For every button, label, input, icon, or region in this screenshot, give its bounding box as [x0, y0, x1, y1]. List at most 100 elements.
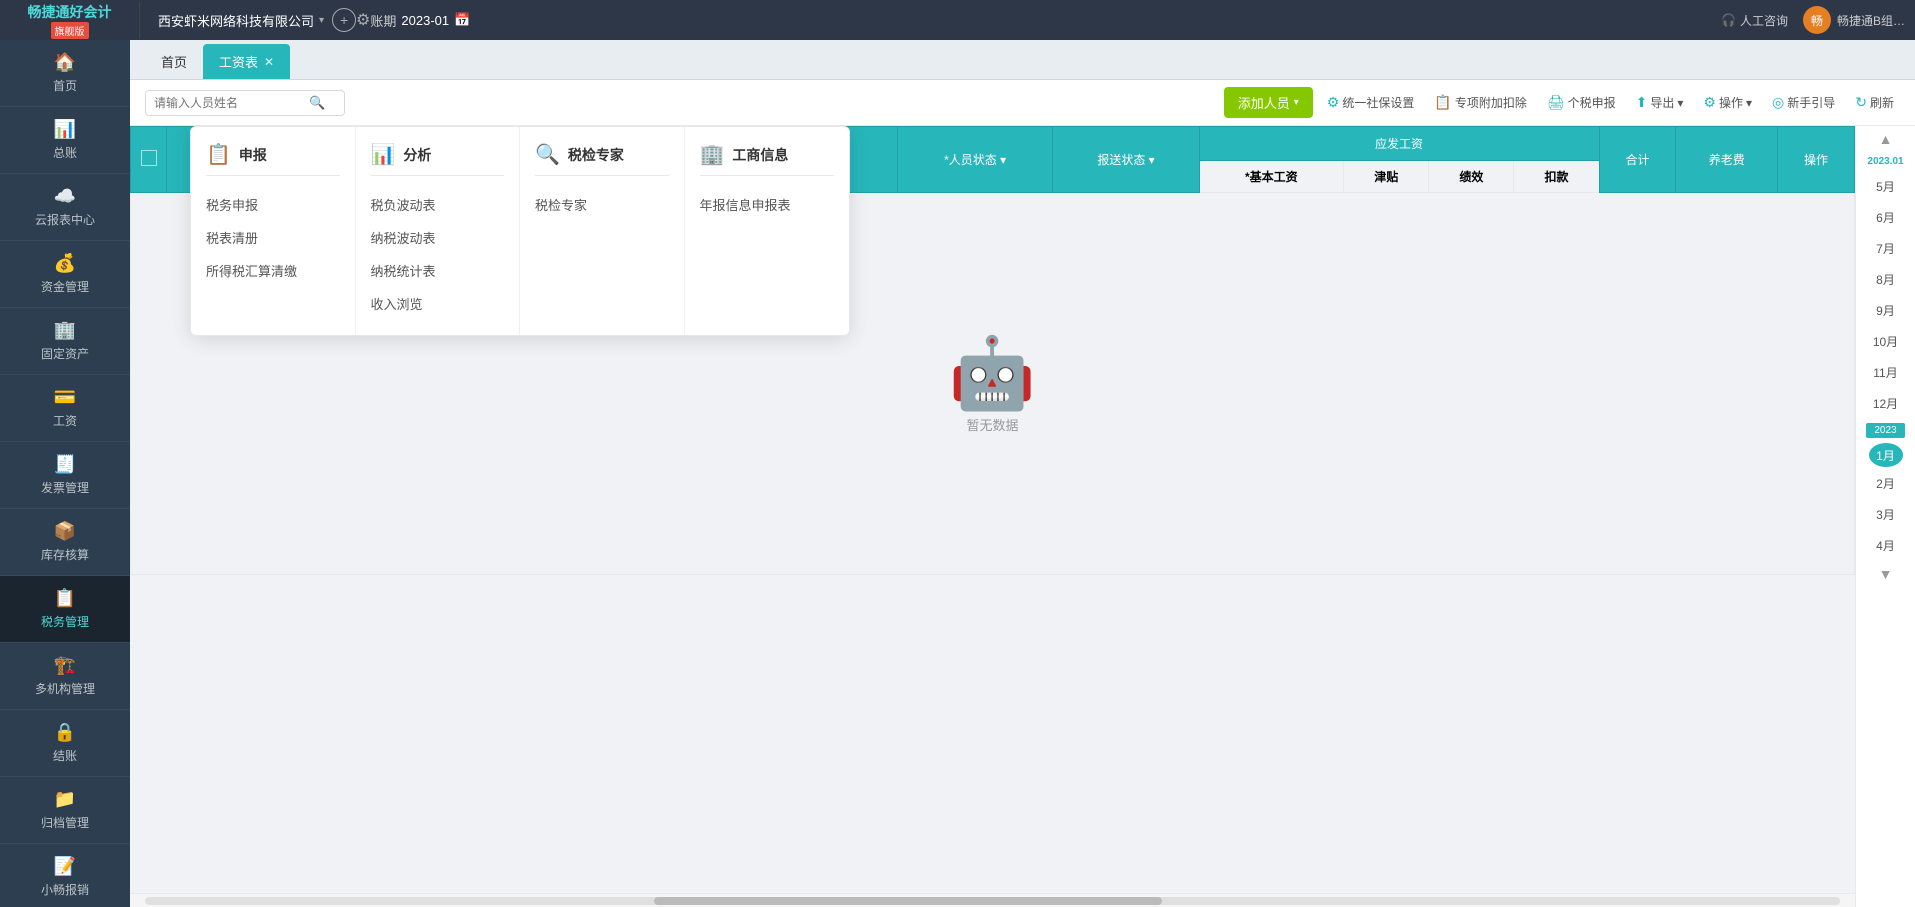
month-item-1-active[interactable]: 1月: [1869, 443, 1903, 467]
sidebar-label-ledger: 总账: [53, 144, 77, 161]
company-name: 西安虾米网络科技有限公司: [158, 11, 314, 30]
month-item-5[interactable]: 5月: [1856, 171, 1915, 202]
submenu-item-tax-burden[interactable]: 税负波动表: [371, 188, 505, 221]
month-item-2[interactable]: 2月: [1856, 468, 1915, 499]
sidebar-item-funds[interactable]: 💰 资金管理: [0, 241, 130, 308]
sidebar-item-ledger[interactable]: 📊 总账: [0, 107, 130, 174]
sidebar-item-report[interactable]: 📝 小畅报销: [0, 844, 130, 907]
submenu-item-tax-stats[interactable]: 纳税统计表: [371, 254, 505, 287]
search-wrap[interactable]: 🔍: [145, 90, 345, 116]
th-ops: 操作: [1778, 127, 1855, 193]
refresh-icon: ↻: [1855, 94, 1867, 111]
user-area[interactable]: 畅 畅捷通B组…: [1803, 6, 1905, 34]
refresh-button[interactable]: ↻ 刷新: [1849, 90, 1900, 115]
funds-icon: 💰: [54, 253, 76, 274]
sidebar-item-salary[interactable]: 💳 工资: [0, 375, 130, 442]
search-icon[interactable]: 🔍: [309, 95, 325, 111]
search-input[interactable]: [154, 96, 304, 110]
app-title: 畅捷通好会计: [28, 2, 112, 22]
multi-org-icon: 🏗️: [54, 655, 76, 676]
month-item-10[interactable]: 10月: [1856, 326, 1915, 357]
month-item-6[interactable]: 6月: [1856, 202, 1915, 233]
home-icon: 🏠: [54, 52, 76, 73]
submenu-item-income-settlement[interactable]: 所得税汇算清缴: [206, 254, 340, 287]
add-person-label: 添加人员: [1238, 93, 1290, 112]
calendar-icon[interactable]: 📅: [454, 12, 470, 28]
special-deduction-button[interactable]: 📋 专项附加扣除: [1428, 90, 1532, 115]
year-badge-2023: 2023: [1866, 423, 1904, 438]
sidebar-item-inventory[interactable]: 📦 库存核算: [0, 509, 130, 576]
year-label-2023: 2023.01: [1867, 152, 1903, 171]
refresh-label: 刷新: [1870, 94, 1894, 111]
filter-icon-report[interactable]: ▾: [1149, 153, 1155, 167]
th-base-salary: *基本工资: [1199, 161, 1344, 193]
sidebar-label-close: 结账: [53, 747, 77, 764]
analysis-header-icon: 📊: [371, 142, 396, 167]
export-icon: ⬆: [1636, 94, 1648, 111]
settings-icon[interactable]: ⚙: [356, 10, 370, 30]
sidebar-item-cloud[interactable]: ☁️ 云报表中心: [0, 174, 130, 241]
tab-salary-table[interactable]: 工资表 ✕: [203, 44, 290, 79]
company-selector[interactable]: 西安虾米网络科技有限公司 ▾: [150, 7, 332, 34]
sidebar-label-home: 首页: [53, 77, 77, 94]
submenu-item-annual-report[interactable]: 年报信息申报表: [700, 188, 835, 221]
th-performance: 绩效: [1429, 161, 1514, 193]
submenu-header-tax-expert: 🔍 税检专家: [535, 142, 669, 176]
personal-tax-button[interactable]: 🖨 个税申报: [1541, 90, 1622, 115]
submenu-item-tax-declaration[interactable]: 税务申报: [206, 188, 340, 221]
submenu-item-tax-table[interactable]: 税表清册: [206, 221, 340, 254]
panel-up-arrow[interactable]: ▲: [1874, 126, 1898, 152]
business-header-label: 工商信息: [732, 145, 788, 165]
month-item-11[interactable]: 11月: [1856, 357, 1915, 388]
operations-dropdown-icon: ▾: [1746, 96, 1752, 110]
user-avatar: 畅: [1803, 6, 1831, 34]
content-area: 首页 工资表 ✕ 🔍 添加人员 ▾ ⚙ 统一社保设置: [130, 40, 1915, 907]
select-all-checkbox[interactable]: [141, 150, 157, 166]
month-item-12[interactable]: 12月: [1856, 388, 1915, 419]
tab-close-icon[interactable]: ✕: [264, 55, 274, 69]
sidebar-item-tax[interactable]: 📋 税务管理: [0, 576, 130, 643]
sidebar-item-home[interactable]: 🏠 首页: [0, 40, 130, 107]
social-insurance-button[interactable]: ⚙ 统一社保设置: [1321, 90, 1421, 115]
service-button[interactable]: 🎧 人工咨询: [1721, 12, 1788, 29]
logo-area: 畅捷通好会计 旗舰版: [10, 2, 140, 39]
sidebar-item-multi-org[interactable]: 🏗️ 多机构管理: [0, 643, 130, 710]
month-item-4[interactable]: 4月: [1856, 530, 1915, 561]
submenu-item-tax-payment[interactable]: 纳税波动表: [371, 221, 505, 254]
sidebar-label-invoice: 发票管理: [41, 479, 89, 496]
special-deduction-label: 专项附加扣除: [1455, 94, 1527, 111]
invoice-icon: 🧾: [54, 454, 76, 475]
add-company-button[interactable]: +: [332, 8, 356, 32]
export-button[interactable]: ⬆ 导出 ▾: [1630, 90, 1690, 115]
new-guide-button[interactable]: ◎ 新手引导: [1766, 90, 1841, 115]
sidebar-label-salary: 工资: [53, 412, 77, 429]
sidebar-item-archive[interactable]: 📁 归档管理: [0, 777, 130, 844]
month-item-7[interactable]: 7月: [1856, 233, 1915, 264]
panel-down-arrow[interactable]: ▼: [1874, 561, 1898, 587]
tab-home[interactable]: 首页: [145, 44, 203, 79]
filter-icon-status[interactable]: ▾: [1000, 153, 1006, 167]
inventory-icon: 📦: [54, 521, 76, 542]
th-deductions: 扣款: [1514, 161, 1599, 193]
submenu-item-expert[interactable]: 税检专家: [535, 188, 669, 221]
th-social: 养老费: [1676, 127, 1778, 193]
th-report-status: 报送状态 ▾: [1053, 127, 1199, 193]
period-value: 2023-01: [401, 13, 449, 28]
submenu-header-business: 🏢 工商信息: [700, 142, 835, 176]
month-item-8[interactable]: 8月: [1856, 264, 1915, 295]
submenu-item-income-browse[interactable]: 收入浏览: [371, 287, 505, 320]
operations-label: 操作: [1719, 94, 1743, 111]
table-scrollbar[interactable]: [130, 893, 1855, 907]
submenu-header-analysis: 📊 分析: [371, 142, 505, 176]
month-item-3[interactable]: 3月: [1856, 499, 1915, 530]
sidebar-item-invoice[interactable]: 🧾 发票管理: [0, 442, 130, 509]
operations-button[interactable]: ⚙ 操作 ▾: [1697, 90, 1758, 115]
month-item-9[interactable]: 9月: [1856, 295, 1915, 326]
app-version: 旗舰版: [51, 22, 89, 39]
new-guide-label: 新手引导: [1787, 94, 1835, 111]
sidebar-item-close[interactable]: 🔒 结账: [0, 710, 130, 777]
special-deduction-icon: 📋: [1434, 94, 1451, 111]
sidebar-label-assets: 固定资产: [41, 345, 89, 362]
add-person-button[interactable]: 添加人员 ▾: [1224, 87, 1313, 118]
sidebar-item-assets[interactable]: 🏢 固定资产: [0, 308, 130, 375]
